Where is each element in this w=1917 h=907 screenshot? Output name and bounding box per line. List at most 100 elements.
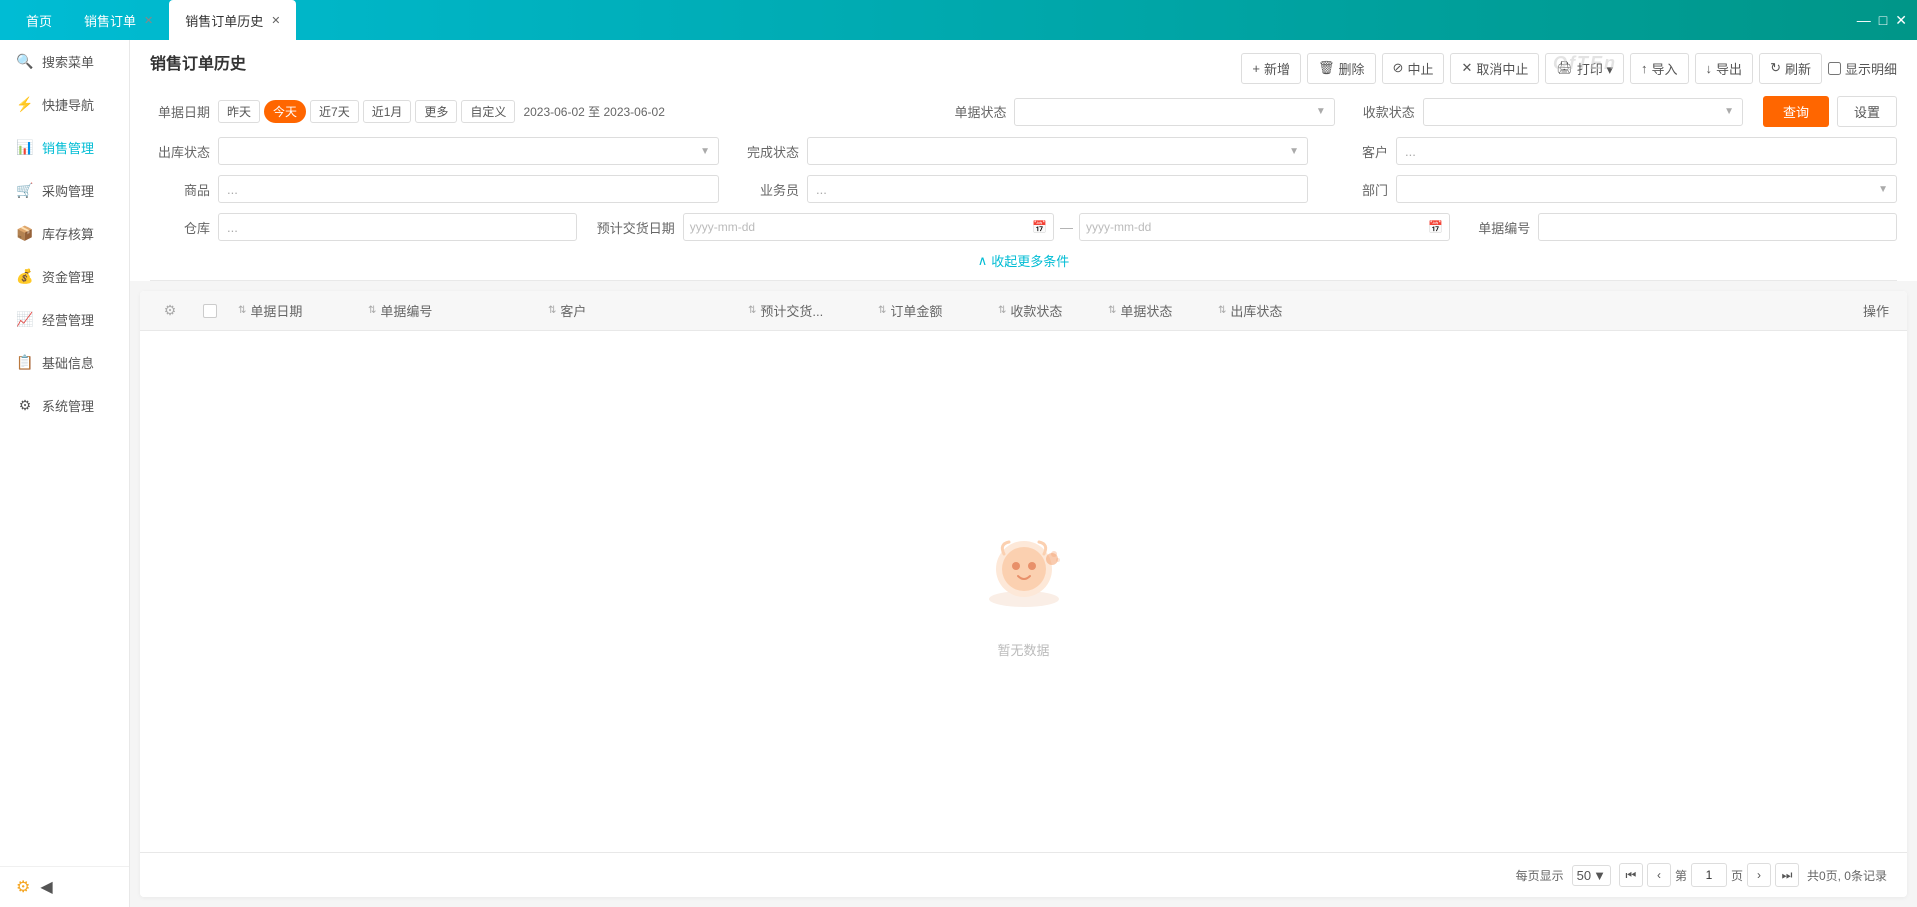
minimize-icon[interactable]: — <box>1857 12 1871 28</box>
th-customer: ⇅ 客户 <box>540 301 740 320</box>
sidebar-item-system[interactable]: ⚙ 系统管理 <box>0 384 129 427</box>
department-select[interactable]: ▼ <box>1396 175 1897 203</box>
sidebar-item-basic-label: 基础信息 <box>42 353 94 372</box>
show-detail-checkbox[interactable]: 显示明细 <box>1828 59 1897 78</box>
query-button[interactable]: 查询 <box>1763 96 1829 127</box>
sidebar-item-finance[interactable]: 💰 资金管理 <box>0 255 129 298</box>
sidebar-item-search-label: 搜索菜单 <box>42 52 94 71</box>
th-delivery-sort-icon[interactable]: ⇅ <box>748 305 756 316</box>
th-shipment-sort-icon[interactable]: ⇅ <box>1218 305 1226 316</box>
refresh-button[interactable]: ↻ 刷新 <box>1759 53 1822 84</box>
new-label: 新增 <box>1264 59 1290 78</box>
tab-sales-order-close[interactable]: ✕ <box>144 14 153 27</box>
th-status-sort-icon[interactable]: ⇅ <box>1108 305 1116 316</box>
bill-status-select[interactable]: ▼ <box>1014 98 1334 126</box>
tab-sales-history-close[interactable]: ✕ <box>271 14 280 27</box>
tab-sales-order[interactable]: 销售订单 ✕ <box>68 0 169 40</box>
collapse-up-icon: ∧ <box>978 253 988 269</box>
tab-sales-history[interactable]: 销售订单历史 ✕ <box>169 0 296 40</box>
next-page-button[interactable]: › <box>1747 863 1771 887</box>
delivery-to-placeholder: yyyy-mm-dd <box>1086 220 1151 234</box>
cancel-stop-button[interactable]: ✕ 取消中止 <box>1450 53 1539 84</box>
export-icon: ↓ <box>1706 61 1713 76</box>
delivery-date-from-input[interactable]: yyyy-mm-dd 📅 <box>683 213 1054 241</box>
complete-status-select[interactable]: ▼ <box>807 137 1308 165</box>
close-icon[interactable]: ✕ <box>1895 12 1907 29</box>
date-btn-custom[interactable]: 自定义 <box>461 100 515 123</box>
sidebar-settings-icon[interactable]: ⚙ <box>16 877 30 897</box>
tab-home[interactable]: 首页 <box>10 0 68 40</box>
finance-icon: 💰 <box>16 268 34 285</box>
sidebar-item-system-label: 系统管理 <box>42 396 94 415</box>
select-all-checkbox[interactable] <box>203 304 217 318</box>
th-customer-sort-icon[interactable]: ⇅ <box>548 305 556 316</box>
ship-status-select[interactable]: ▼ <box>218 137 719 165</box>
table-settings-icon[interactable]: ⚙ <box>164 302 177 319</box>
date-btn-yesterday[interactable]: 昨天 <box>218 100 260 123</box>
delivery-date-label: 预计交货日期 <box>597 218 675 237</box>
filter-delivery-date: 预计交货日期 yyyy-mm-dd 📅 — yyyy-mm-dd 📅 <box>597 213 1451 241</box>
th-date-sort-icon[interactable]: ⇅ <box>238 305 246 316</box>
sidebar-item-operations[interactable]: 📈 经营管理 <box>0 298 129 341</box>
th-payment-sort-icon[interactable]: ⇅ <box>998 305 1006 316</box>
tab-sales-order-label: 销售订单 <box>84 11 136 30</box>
stop-icon: ⊘ <box>1393 60 1404 76</box>
receipt-status-select[interactable]: ▼ <box>1423 98 1743 126</box>
date-btn-today[interactable]: 今天 <box>264 100 306 123</box>
sidebar-item-purchase[interactable]: 🛒 采购管理 <box>0 169 129 212</box>
ship-status-label: 出库状态 <box>150 142 210 161</box>
show-detail-input[interactable] <box>1828 62 1841 75</box>
filter-goods: 商品 ... <box>150 175 719 203</box>
print-button[interactable]: 🖨 打印 ▾ <box>1545 53 1624 84</box>
per-page-select[interactable]: 50 ▼ <box>1572 865 1611 886</box>
import-icon: ↑ <box>1641 61 1648 76</box>
last-page-button[interactable]: ⏭ <box>1775 863 1799 887</box>
sidebar-bottom: ⚙ ◀ <box>0 866 129 907</box>
sidebar-item-basic-info[interactable]: 📋 基础信息 <box>0 341 129 384</box>
per-page-label: 每页显示 <box>1516 867 1564 884</box>
page-number-input[interactable] <box>1691 863 1727 887</box>
bill-number-input[interactable] <box>1538 213 1897 241</box>
cancel-stop-icon: ✕ <box>1461 60 1472 76</box>
th-number-sort-icon[interactable]: ⇅ <box>368 305 376 316</box>
maximize-icon[interactable]: □ <box>1879 12 1887 28</box>
delete-label: 删除 <box>1339 59 1365 78</box>
delivery-from-placeholder: yyyy-mm-dd <box>690 220 755 234</box>
filter-row-3: 商品 ... 业务员 ... 部门 <box>150 175 1897 203</box>
delete-button[interactable]: 🗑 删除 <box>1307 53 1376 84</box>
complete-status-arrow: ▼ <box>1289 146 1299 157</box>
filter-bill-status: 单据状态 ▼ <box>946 98 1334 126</box>
warehouse-input[interactable]: ... <box>218 213 577 241</box>
settings-button[interactable]: 设置 <box>1837 96 1897 127</box>
pagination-nav: ⏮ ‹ 第 页 › ⏭ <box>1619 863 1799 887</box>
filter-row-4: 仓库 ... 预计交货日期 yyyy-mm-dd 📅 — <box>150 213 1897 241</box>
delivery-date-to-input[interactable]: yyyy-mm-dd 📅 <box>1079 213 1450 241</box>
sidebar-item-sales[interactable]: 📊 销售管理 <box>0 126 129 169</box>
sidebar-item-quick-nav[interactable]: ⚡ 快捷导航 <box>0 83 129 126</box>
basic-info-icon: 📋 <box>16 354 34 371</box>
sidebar-item-search-menu[interactable]: 🔍 搜索菜单 <box>0 40 129 83</box>
export-button[interactable]: ↓ 导出 <box>1695 53 1754 84</box>
collapse-button[interactable]: ∧ 收起更多条件 <box>978 251 1070 270</box>
per-page-arrow: ▼ <box>1593 868 1606 883</box>
department-label: 部门 <box>1328 180 1388 199</box>
import-button[interactable]: ↑ 导入 <box>1630 53 1689 84</box>
sidebar-item-purchase-label: 采购管理 <box>42 181 94 200</box>
top-bar: 首页 销售订单 ✕ 销售订单历史 ✕ — □ ✕ <box>0 0 1917 40</box>
stop-button[interactable]: ⊘ 中止 <box>1382 53 1445 84</box>
date-btn-more[interactable]: 更多 <box>415 100 457 123</box>
new-button[interactable]: + 新增 <box>1241 53 1301 84</box>
date-btn-7days[interactable]: 近7天 <box>310 100 359 123</box>
first-page-button[interactable]: ⏮ <box>1619 863 1643 887</box>
salesperson-input[interactable]: ... <box>807 175 1308 203</box>
receipt-status-arrow: ▼ <box>1724 106 1734 117</box>
th-amount-sort-icon[interactable]: ⇅ <box>878 305 886 316</box>
goods-input[interactable]: ... <box>218 175 719 203</box>
date-btn-1month[interactable]: 近1月 <box>363 100 412 123</box>
sidebar-collapse-icon[interactable]: ◀ <box>40 877 52 897</box>
sidebar-item-inventory[interactable]: 📦 库存核算 <box>0 212 129 255</box>
prev-page-button[interactable]: ‹ <box>1647 863 1671 887</box>
customer-input[interactable]: ... <box>1396 137 1897 165</box>
search-menu-icon: 🔍 <box>16 53 34 70</box>
per-page-value: 50 <box>1577 868 1591 883</box>
